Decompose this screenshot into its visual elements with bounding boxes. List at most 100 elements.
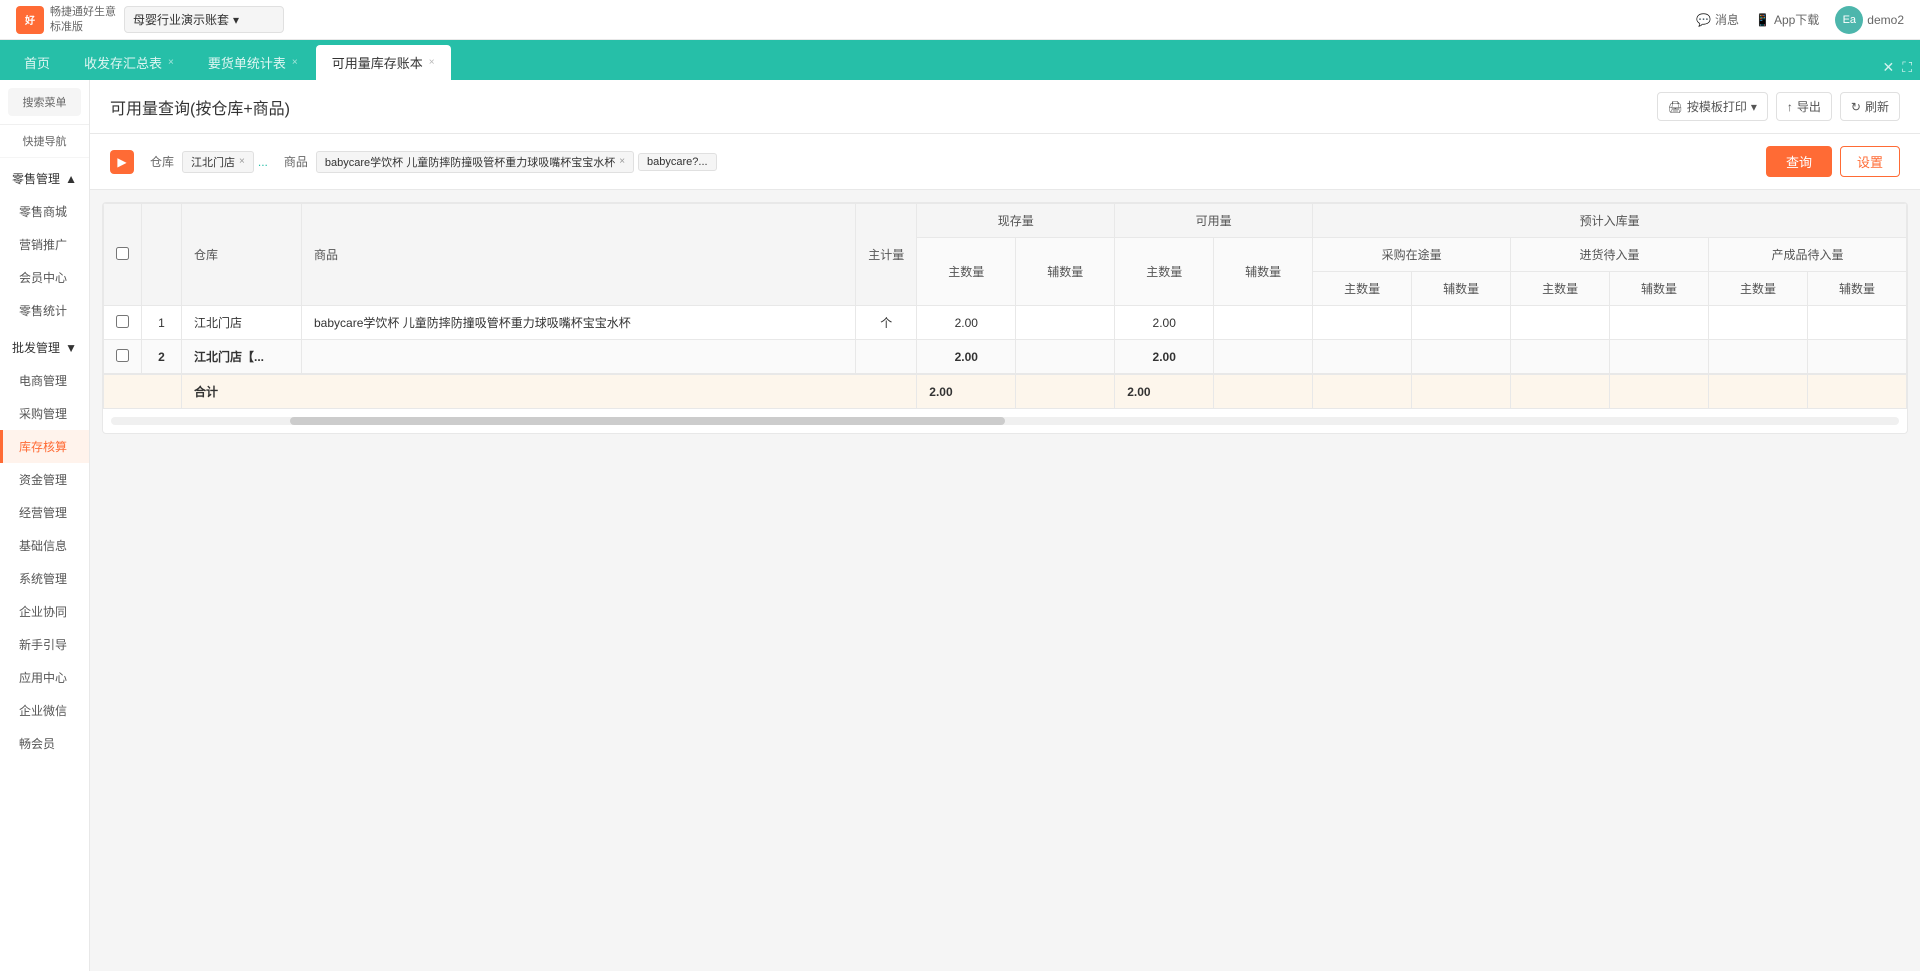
table-container: 仓库 商品 主计量 现存量 可用量 预计入库量 主数量 辅数量 主数量 辅数量 — [102, 202, 1908, 434]
more-dots[interactable]: ... — [258, 155, 268, 169]
footer-inc-main — [1511, 374, 1610, 409]
row-stock-sub-cell — [1016, 340, 1115, 375]
sidebar-item-finance[interactable]: 资金管理 — [0, 463, 89, 496]
row-stock-main-cell: 2.00 — [917, 306, 1016, 340]
th-inc-sub: 辅数量 — [1610, 272, 1709, 306]
select-all-checkbox[interactable] — [116, 247, 129, 260]
sidebar: 搜索菜单 快捷导航 零售管理 ▲ 零售商城 营销推广 会员中心 零售统计 批发管… — [0, 80, 90, 971]
sidebar-item-appcenter[interactable]: 应用中心 — [0, 661, 89, 694]
row-inc-sub-cell — [1610, 306, 1709, 340]
settings-button[interactable]: 设置 — [1840, 146, 1900, 177]
product-tag-0[interactable]: babycare学饮杯 儿童防摔防撞吸管杯重力球吸嘴杯宝宝水杯 × — [316, 151, 634, 173]
table-footer: 合计 2.00 2.00 — [104, 374, 1907, 409]
th-incoming-group: 进货待入量 — [1511, 238, 1709, 272]
row-warehouse-cell: 江北门店【... — [182, 340, 302, 375]
row-stock-main-cell: 2.00 — [917, 340, 1016, 375]
sidebar-group-wholesale[interactable]: 批发管理 ▼ — [0, 331, 89, 364]
th-planned-in: 预计入库量 — [1313, 204, 1907, 238]
row-product-cell: babycare学饮杯 儿童防摔防撞吸管杯重力球吸嘴杯宝宝水杯 — [302, 306, 856, 340]
sidebar-item-inventory[interactable]: 库存核算 — [0, 430, 89, 463]
row-checkbox-cell[interactable] — [104, 340, 142, 375]
footer-stock-main: 2.00 — [917, 374, 1016, 409]
warehouse-tag-close[interactable]: × — [239, 156, 245, 167]
query-button[interactable]: 查询 — [1766, 146, 1832, 177]
main-layout: 搜索菜单 快捷导航 零售管理 ▲ 零售商城 营销推广 会员中心 零售统计 批发管… — [0, 80, 1920, 971]
template-print-button[interactable]: 🖨 按模板打印 ▾ — [1657, 92, 1768, 121]
sidebar-item-ecommerce[interactable]: 电商管理 — [0, 364, 89, 397]
chevron-down-icon: ▾ — [1751, 100, 1757, 114]
export-button[interactable]: ↑ 导出 — [1776, 92, 1832, 121]
sidebar-item-operations[interactable]: 经营管理 — [0, 496, 89, 529]
th-prod-main: 主数量 — [1709, 272, 1808, 306]
sidebar-item-enterprise[interactable]: 企业协同 — [0, 595, 89, 628]
logo-area: 好 畅捷通好生意 标准版 — [16, 5, 116, 34]
close-icon[interactable]: × — [168, 57, 174, 68]
th-pur-main: 主数量 — [1313, 272, 1412, 306]
refresh-button[interactable]: ↻ 刷新 — [1840, 92, 1900, 121]
row-checkbox-cell[interactable] — [104, 306, 142, 340]
chevron-down-icon: ▼ — [65, 341, 77, 355]
page-header: 可用量查询(按仓库+商品) 🖨 按模板打印 ▾ ↑ 导出 ↻ 刷新 — [90, 80, 1920, 134]
row-avail-main-cell: 2.00 — [1115, 306, 1214, 340]
row-index-cell: 1 — [142, 306, 182, 340]
product-tags: babycare学饮杯 儿童防摔防撞吸管杯重力球吸嘴杯宝宝水杯 × babyca… — [316, 151, 717, 173]
close-icon[interactable]: × — [292, 57, 298, 68]
product-tag-close-0[interactable]: × — [619, 156, 625, 167]
app-download-action[interactable]: 📱 App下载 — [1755, 11, 1819, 28]
row-prod-main-cell — [1709, 306, 1808, 340]
tab-available-stock[interactable]: 可用量库存账本 × — [316, 45, 451, 80]
row-checkbox[interactable] — [116, 315, 129, 328]
row-inc-main-cell — [1511, 306, 1610, 340]
sidebar-item-retail-stats[interactable]: 零售统计 — [0, 294, 89, 327]
sidebar-item-marketing[interactable]: 营销推广 — [0, 228, 89, 261]
sidebar-item-retail-mall[interactable]: 零售商城 — [0, 195, 89, 228]
filter-toggle-button[interactable]: ▶ — [110, 150, 134, 174]
footer-avail-sub — [1214, 374, 1313, 409]
message-icon: 💬 — [1696, 13, 1711, 27]
table-body: 1 江北门店 babycare学饮杯 儿童防摔防撞吸管杯重力球吸嘴杯宝宝水杯 个… — [104, 306, 1907, 375]
export-icon: ↑ — [1787, 100, 1793, 114]
product-tag-1[interactable]: babycare?... — [638, 153, 717, 171]
quick-nav-button[interactable]: 快捷导航 — [0, 125, 89, 158]
sidebar-item-member[interactable]: 畅会员 — [0, 727, 89, 760]
row-pur-main-cell — [1313, 340, 1412, 375]
window-close-icon[interactable]: ✕ — [1882, 59, 1894, 76]
search-menu-button[interactable]: 搜索菜单 — [8, 88, 81, 116]
footer-inc-sub — [1610, 374, 1709, 409]
window-maximize-icon[interactable]: ⛶ — [1902, 59, 1912, 76]
user-profile[interactable]: Ea demo2 — [1835, 6, 1904, 34]
th-production-group: 产成品待入量 — [1709, 238, 1907, 272]
close-icon[interactable]: × — [429, 57, 435, 68]
scroll-thumb[interactable] — [290, 417, 1005, 425]
sidebar-item-wechat[interactable]: 企业微信 — [0, 694, 89, 727]
sidebar-item-guide[interactable]: 新手引导 — [0, 628, 89, 661]
row-stock-sub-cell — [1016, 306, 1115, 340]
sidebar-item-membership[interactable]: 会员中心 — [0, 261, 89, 294]
footer-prod-sub — [1808, 374, 1907, 409]
row-checkbox[interactable] — [116, 349, 129, 362]
logo-text: 畅捷通好生意 标准版 — [50, 5, 116, 34]
warehouse-tag-0[interactable]: 江北门店 × — [182, 151, 254, 173]
sidebar-group-retail[interactable]: 零售管理 ▲ — [0, 162, 89, 195]
tab-home[interactable]: 首页 — [8, 45, 66, 80]
th-pur-sub: 辅数量 — [1412, 272, 1511, 306]
row-prod-sub-cell — [1808, 340, 1907, 375]
sidebar-search-area: 搜索菜单 — [0, 80, 89, 125]
filter-bar: ▶ 仓库 江北门店 × ... 商品 babycare学饮杯 儿童防摔防撞吸管杯… — [90, 134, 1920, 190]
store-selector[interactable]: 母婴行业演示账套 ▾ — [124, 6, 284, 33]
row-prod-sub-cell — [1808, 306, 1907, 340]
sidebar-item-system[interactable]: 系统管理 — [0, 562, 89, 595]
horizontal-scrollbar[interactable] — [111, 417, 1899, 425]
row-prod-main-cell — [1709, 340, 1808, 375]
th-avail-sub: 辅数量 — [1214, 238, 1313, 306]
top-bar-right: 💬 消息 📱 App下载 Ea demo2 — [1696, 6, 1904, 34]
sidebar-item-basics[interactable]: 基础信息 — [0, 529, 89, 562]
message-action[interactable]: 💬 消息 — [1696, 11, 1739, 28]
tab-order-stats[interactable]: 要货单统计表 × — [192, 45, 314, 80]
refresh-icon: ↻ — [1851, 100, 1861, 114]
footer-pur-sub — [1412, 374, 1511, 409]
chevron-down-icon: ▾ — [233, 13, 239, 27]
sidebar-item-purchase[interactable]: 采购管理 — [0, 397, 89, 430]
tab-stock-summary[interactable]: 收发存汇总表 × — [68, 45, 190, 80]
row-product-cell — [302, 340, 856, 375]
